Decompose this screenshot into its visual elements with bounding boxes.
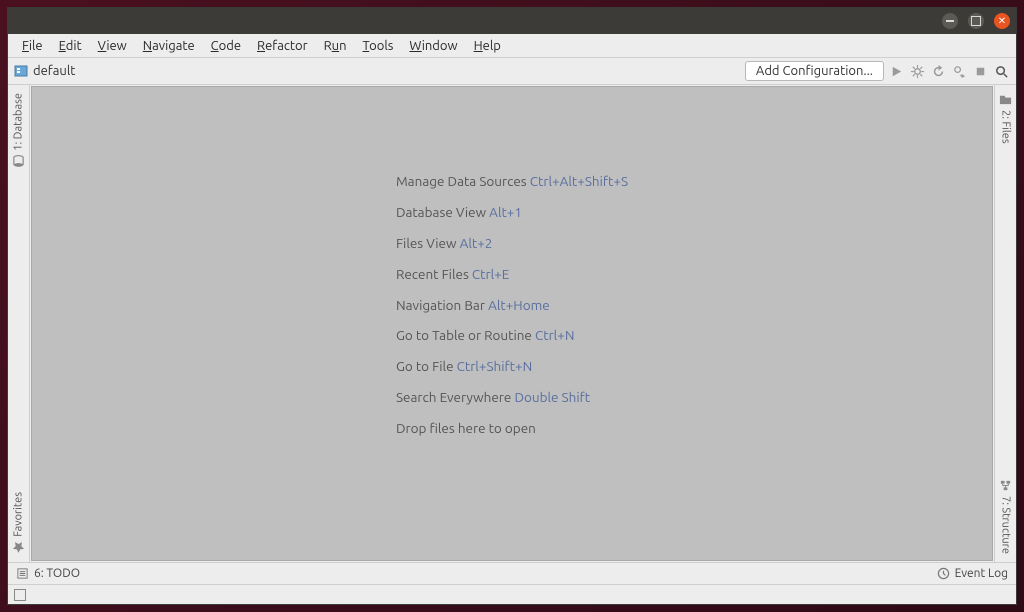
menu-tools[interactable]: Tools [357,37,400,55]
debug-icon[interactable] [909,63,926,80]
event-log-tab[interactable]: Event Log [937,567,1008,580]
shortcut: Ctrl+Shift+N [457,358,533,374]
menu-view[interactable]: View [92,37,133,55]
titlebar [8,8,1016,34]
shortcut: Ctrl+N [535,327,575,343]
files-tool-label: 2: Files [1000,110,1012,144]
editor-area[interactable]: Manage Data Sources Ctrl+Alt+Shift+S Dat… [31,86,993,561]
bottom-tool-bar: 6: TODO Event Log [8,562,1016,584]
tool-windows-toggle-icon[interactable] [14,589,26,601]
minimize-button[interactable] [942,13,958,29]
search-icon[interactable] [993,63,1010,80]
menu-file[interactable]: File [16,37,49,55]
run-icon[interactable] [888,63,905,80]
hint-navigation-bar: Navigation Bar Alt+Home [396,296,628,315]
event-log-icon [937,567,950,580]
shortcut: Ctrl+Alt+Shift+S [530,173,628,189]
left-tool-tabs: 1: Database Favorites [8,85,30,562]
run-config-dropdown-icon[interactable] [951,63,968,80]
hint-search-everywhere: Search Everywhere Double Shift [396,388,628,407]
menu-navigate[interactable]: Navigate [137,37,201,55]
hint-database-view: Database View Alt+1 [396,203,628,222]
hint-recent-files: Recent Files Ctrl+E [396,265,628,284]
todo-label: 6: TODO [34,567,80,580]
menubar: File Edit View Navigate Code Refactor Ru… [8,34,1016,58]
shortcut: Ctrl+E [472,266,509,282]
breadcrumb[interactable]: default [14,64,75,78]
hint-drop-files: Drop files here to open [396,419,628,438]
menu-code[interactable]: Code [205,37,247,55]
hint-manage-data-sources: Manage Data Sources Ctrl+Alt+Shift+S [396,172,628,191]
app-window: File Edit View Navigate Code Refactor Ru… [7,7,1017,605]
status-bar [8,584,1016,604]
shortcut: Alt+Home [488,297,550,313]
favorites-tool-tab[interactable]: Favorites [12,488,25,558]
menu-run[interactable]: Run [318,37,353,55]
structure-icon [999,479,1012,492]
todo-icon [16,567,29,580]
rerun-icon[interactable] [930,63,947,80]
database-tool-tab[interactable]: 1: Database [12,89,25,172]
folder-icon [999,93,1012,106]
files-tool-tab[interactable]: 2: Files [999,89,1012,148]
breadcrumb-label: default [33,64,75,78]
menu-refactor[interactable]: Refactor [251,37,314,55]
hint-files-view: Files View Alt+2 [396,234,628,253]
shortcut: Double Shift [514,389,590,405]
structure-tool-label: 7: Structure [1000,496,1012,554]
menu-help[interactable]: Help [468,37,507,55]
toolbar-right: Add Configuration... [745,61,1010,81]
right-tool-tabs: 2: Files 7: Structure [994,85,1016,562]
favorites-tool-label: Favorites [13,492,25,537]
hint-go-to-file: Go to File Ctrl+Shift+N [396,357,628,376]
todo-tool-tab[interactable]: 6: TODO [16,567,80,580]
database-tool-label: 1: Database [13,93,25,151]
shortcut: Alt+1 [489,204,522,220]
stop-icon[interactable] [972,63,989,80]
maximize-button[interactable] [968,13,984,29]
add-configuration-button[interactable]: Add Configuration... [745,61,884,81]
hint-go-to-table: Go to Table or Routine Ctrl+N [396,326,628,345]
menu-edit[interactable]: Edit [53,37,88,55]
welcome-panel: Manage Data Sources Ctrl+Alt+Shift+S Dat… [396,172,628,450]
shortcut: Alt+2 [460,235,493,251]
project-icon [14,64,28,78]
workspace: 1: Database Favorites Manage Data Source… [8,85,1016,562]
database-icon [12,155,25,168]
close-button[interactable] [994,13,1010,29]
menu-window[interactable]: Window [403,37,463,55]
star-icon [12,541,25,554]
event-log-label: Event Log [955,567,1008,580]
toolbar: default Add Configuration... [8,58,1016,85]
structure-tool-tab[interactable]: 7: Structure [999,475,1012,558]
